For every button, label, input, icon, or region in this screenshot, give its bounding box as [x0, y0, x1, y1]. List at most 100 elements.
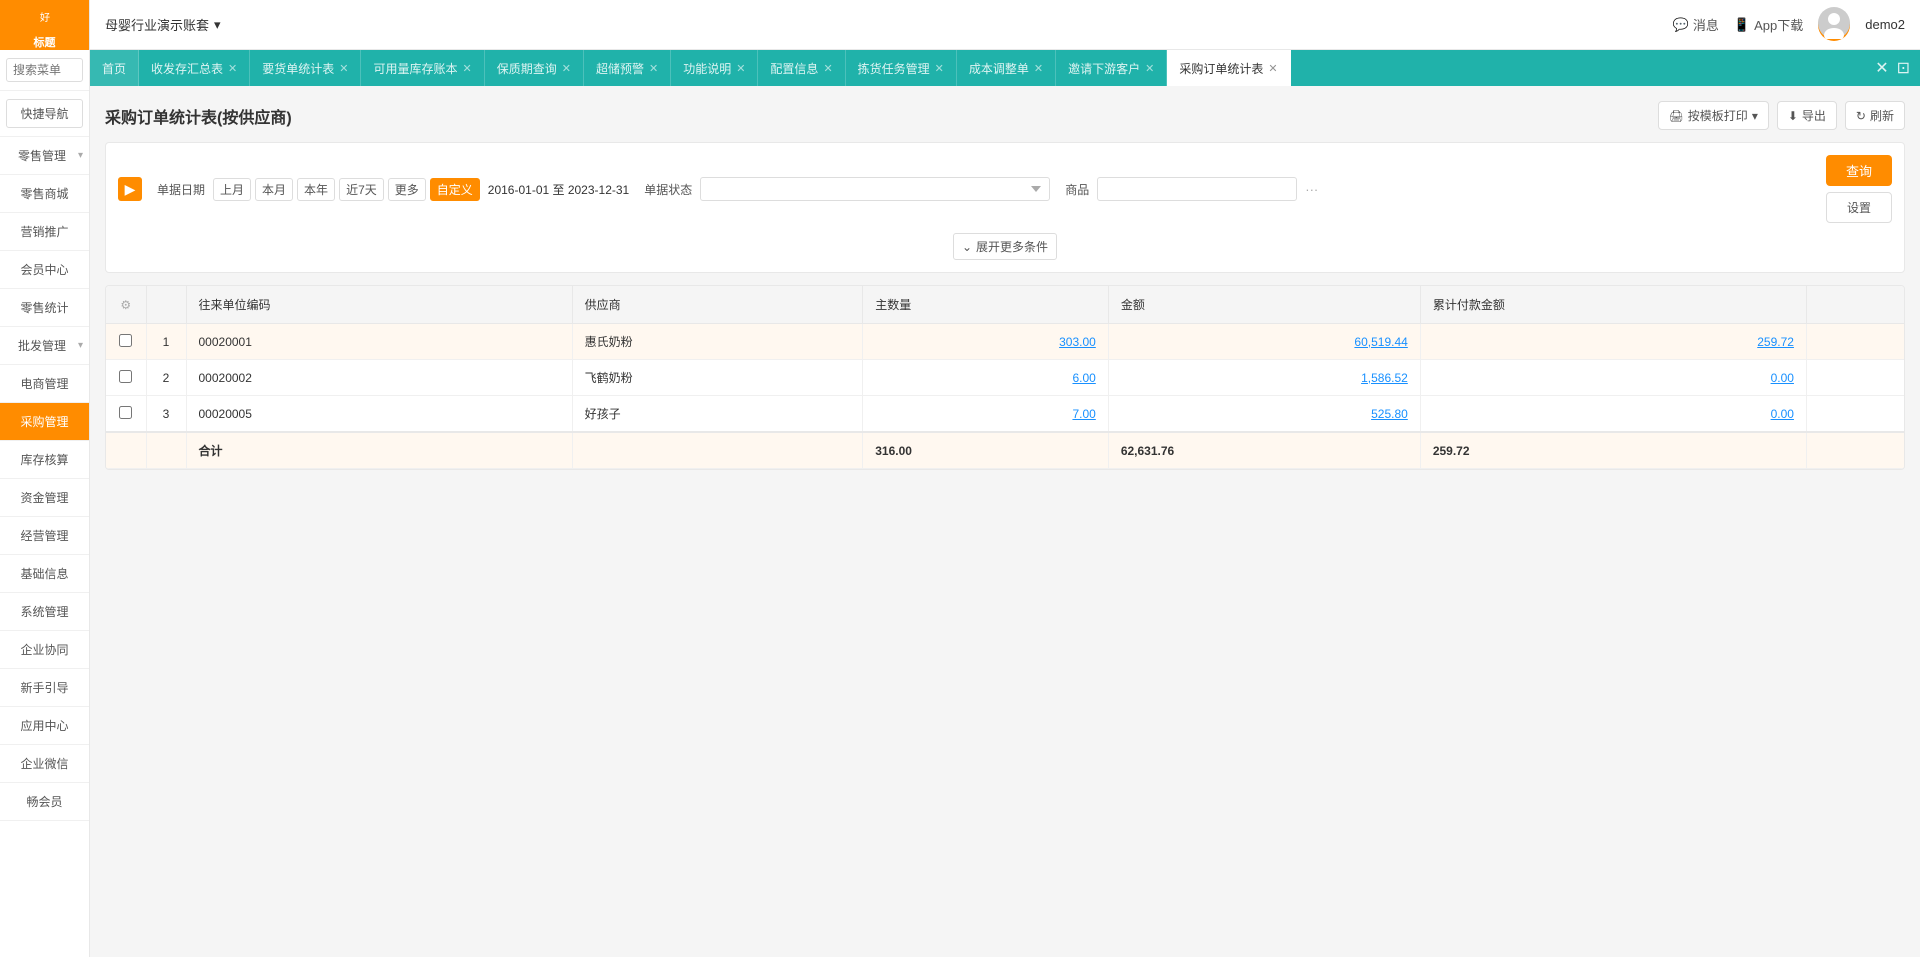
cell-amount-2[interactable]: 525.80 — [1108, 396, 1420, 433]
app-download-button[interactable]: 📱 App下载 — [1734, 15, 1803, 34]
tab-label-available-stock: 可用量库存账本 — [373, 60, 457, 77]
cell-paid-1[interactable]: 0.00 — [1420, 360, 1806, 396]
cell-qty-2[interactable]: 7.00 — [863, 396, 1109, 433]
sidebar-item-label-ecommerce: 电商管理 — [6, 375, 83, 392]
tab-available-stock[interactable]: 可用量库存账本 ✕ — [361, 50, 484, 86]
tab-receive-summary[interactable]: 收发存汇总表✕ — [139, 50, 250, 86]
print-button[interactable]: 🖨 按模板打印 ▾ — [1658, 101, 1769, 130]
sidebar-item-label-retail: 零售管理 — [6, 147, 78, 164]
logo-text: 标题 — [34, 34, 56, 50]
close-all-tabs-button[interactable]: ✕ — [1875, 58, 1888, 78]
filter-toggle-button[interactable]: ▶ — [118, 177, 142, 201]
cell-amount-1[interactable]: 1,586.52 — [1108, 360, 1420, 396]
sidebar-item-retail-shop[interactable]: 零售商城 — [0, 175, 89, 213]
tab-close-invite-downstream[interactable]: ✕ — [1145, 62, 1154, 75]
tab-close-purchase-summary[interactable]: ✕ — [1268, 62, 1277, 75]
maximize-button[interactable]: ⊡ — [1897, 58, 1910, 78]
sidebar-item-label-system: 系统管理 — [6, 603, 83, 620]
tab-close-config-info[interactable]: ✕ — [823, 62, 832, 75]
query-button[interactable]: 查询 — [1826, 155, 1892, 186]
sidebar-item-basic[interactable]: 基础信息 — [0, 555, 89, 593]
tab-expiry-query[interactable]: 保质期查询✕ — [485, 50, 584, 86]
export-button[interactable]: ⬇ 导出 — [1777, 101, 1837, 130]
quick-nav-button[interactable]: 快捷导航 — [6, 99, 83, 128]
tab-close-available-stock[interactable]: ✕ — [463, 62, 472, 75]
sidebar-item-app-center[interactable]: 应用中心 — [0, 707, 89, 745]
sidebar-item-wechat[interactable]: 企业微信 — [0, 745, 89, 783]
cell-seq-0: 1 — [146, 324, 186, 360]
tab-close-receive-summary[interactable]: ✕ — [228, 62, 237, 75]
tab-cost-adjust[interactable]: 成本调整单✕ — [957, 50, 1056, 86]
sidebar-item-label-marketing: 营销推广 — [6, 223, 83, 240]
sidebar-search-area — [0, 50, 89, 91]
export-label: 导出 — [1802, 107, 1826, 124]
footer-amount-cell: 62,631.76 — [1108, 432, 1420, 469]
tab-close-cost-adjust[interactable]: ✕ — [1034, 62, 1043, 75]
column-settings-icon[interactable]: ⚙ — [120, 298, 131, 312]
date-shortcut-last-month[interactable]: 上月 — [213, 178, 251, 201]
cell-checkbox-2[interactable] — [106, 396, 146, 433]
sidebar-item-marketing[interactable]: 营销推广 — [0, 213, 89, 251]
cell-checkbox-1[interactable] — [106, 360, 146, 396]
sidebar-item-system[interactable]: 系统管理 — [0, 593, 89, 631]
table-body: 1 00020001 惠氏奶粉 303.00 60,519.44 259.72 … — [106, 324, 1904, 433]
sidebar-item-operation[interactable]: 经营管理 — [0, 517, 89, 555]
cell-paid-0[interactable]: 259.72 — [1420, 324, 1806, 360]
cell-amount-0[interactable]: 60,519.44 — [1108, 324, 1420, 360]
tab-overstock-warning[interactable]: 超储预警✕ — [584, 50, 671, 86]
tab-config-info[interactable]: 配置信息✕ — [758, 50, 845, 86]
sidebar-item-vip[interactable]: 畅会员 — [0, 783, 89, 821]
date-shortcut-custom[interactable]: 自定义 — [430, 178, 480, 201]
settings-button[interactable]: 设置 — [1826, 192, 1892, 223]
row-checkbox-2[interactable] — [119, 406, 132, 419]
row-checkbox-1[interactable] — [119, 370, 132, 383]
date-shortcut-7days[interactable]: 近7天 — [339, 178, 384, 201]
cell-qty-1[interactable]: 6.00 — [863, 360, 1109, 396]
date-shortcut-this-year[interactable]: 本年 — [297, 178, 335, 201]
workspace-selector[interactable]: 母婴行业演示账套 ▾ — [105, 15, 221, 34]
row-checkbox-0[interactable] — [119, 334, 132, 347]
user-avatar[interactable] — [1818, 9, 1850, 41]
tab-invite-downstream[interactable]: 邀请下游客户✕ — [1056, 50, 1167, 86]
sidebar-item-member[interactable]: 会员中心 — [0, 251, 89, 289]
refresh-button[interactable]: ↻ 刷新 — [1845, 101, 1905, 130]
sidebar-item-enterprise[interactable]: 企业协同 — [0, 631, 89, 669]
tab-close-picking-task[interactable]: ✕ — [935, 62, 944, 75]
goods-input[interactable] — [1097, 177, 1297, 201]
footer-label-cell: 合计 — [186, 432, 572, 469]
status-select[interactable] — [700, 177, 1050, 201]
cell-paid-2[interactable]: 0.00 — [1420, 396, 1806, 433]
cell-checkbox-0[interactable] — [106, 324, 146, 360]
sidebar-item-wholesale[interactable]: 批发管理▾ — [0, 327, 89, 365]
tab-close-function-desc[interactable]: ✕ — [736, 62, 745, 75]
search-input[interactable] — [6, 58, 83, 82]
sidebar-item-label-capital: 资金管理 — [6, 489, 83, 506]
th-seq — [146, 286, 186, 324]
expand-more-conditions-button[interactable]: ⌄ 展开更多条件 — [953, 233, 1057, 260]
sidebar-item-inventory[interactable]: 库存核算 — [0, 441, 89, 479]
tab-close-overstock-warning[interactable]: ✕ — [649, 62, 658, 75]
tab-close-expiry-query[interactable]: ✕ — [562, 62, 571, 75]
tab-picking-task[interactable]: 拣货任务管理✕ — [846, 50, 957, 86]
sidebar-item-ecommerce[interactable]: 电商管理 — [0, 365, 89, 403]
tab-demand-summary[interactable]: 要货单统计表✕ — [250, 50, 361, 86]
tab-home[interactable]: 首页 — [90, 50, 139, 86]
sidebar-item-retail[interactable]: 零售管理▾ — [0, 137, 89, 175]
print-label: 按模板打印 — [1688, 107, 1748, 124]
tab-close-demand-summary[interactable]: ✕ — [339, 62, 348, 75]
date-shortcut-more[interactable]: 更多 — [388, 178, 426, 201]
message-icon: 💬 — [1673, 17, 1689, 33]
goods-more-icon[interactable]: ··· — [1305, 182, 1318, 197]
sidebar-item-purchase[interactable]: 采购管理 — [0, 403, 89, 441]
sidebar-item-newbie[interactable]: 新手引导 — [0, 669, 89, 707]
tab-purchase-summary[interactable]: 采购订单统计表✕ — [1167, 50, 1290, 86]
sidebar-item-capital[interactable]: 资金管理 — [0, 479, 89, 517]
cell-qty-0[interactable]: 303.00 — [863, 324, 1109, 360]
main-content: 母婴行业演示账套 ▾ 💬 消息 📱 App下载 — [90, 0, 1920, 957]
sidebar-item-retail-stats[interactable]: 零售统计 — [0, 289, 89, 327]
sidebar-item-label-vip: 畅会员 — [6, 793, 83, 810]
date-shortcut-this-month[interactable]: 本月 — [255, 178, 293, 201]
message-button[interactable]: 💬 消息 — [1673, 15, 1719, 34]
tab-function-desc[interactable]: 功能说明✕ — [671, 50, 758, 86]
page-title: 采购订单统计表(按供应商) — [105, 104, 292, 128]
